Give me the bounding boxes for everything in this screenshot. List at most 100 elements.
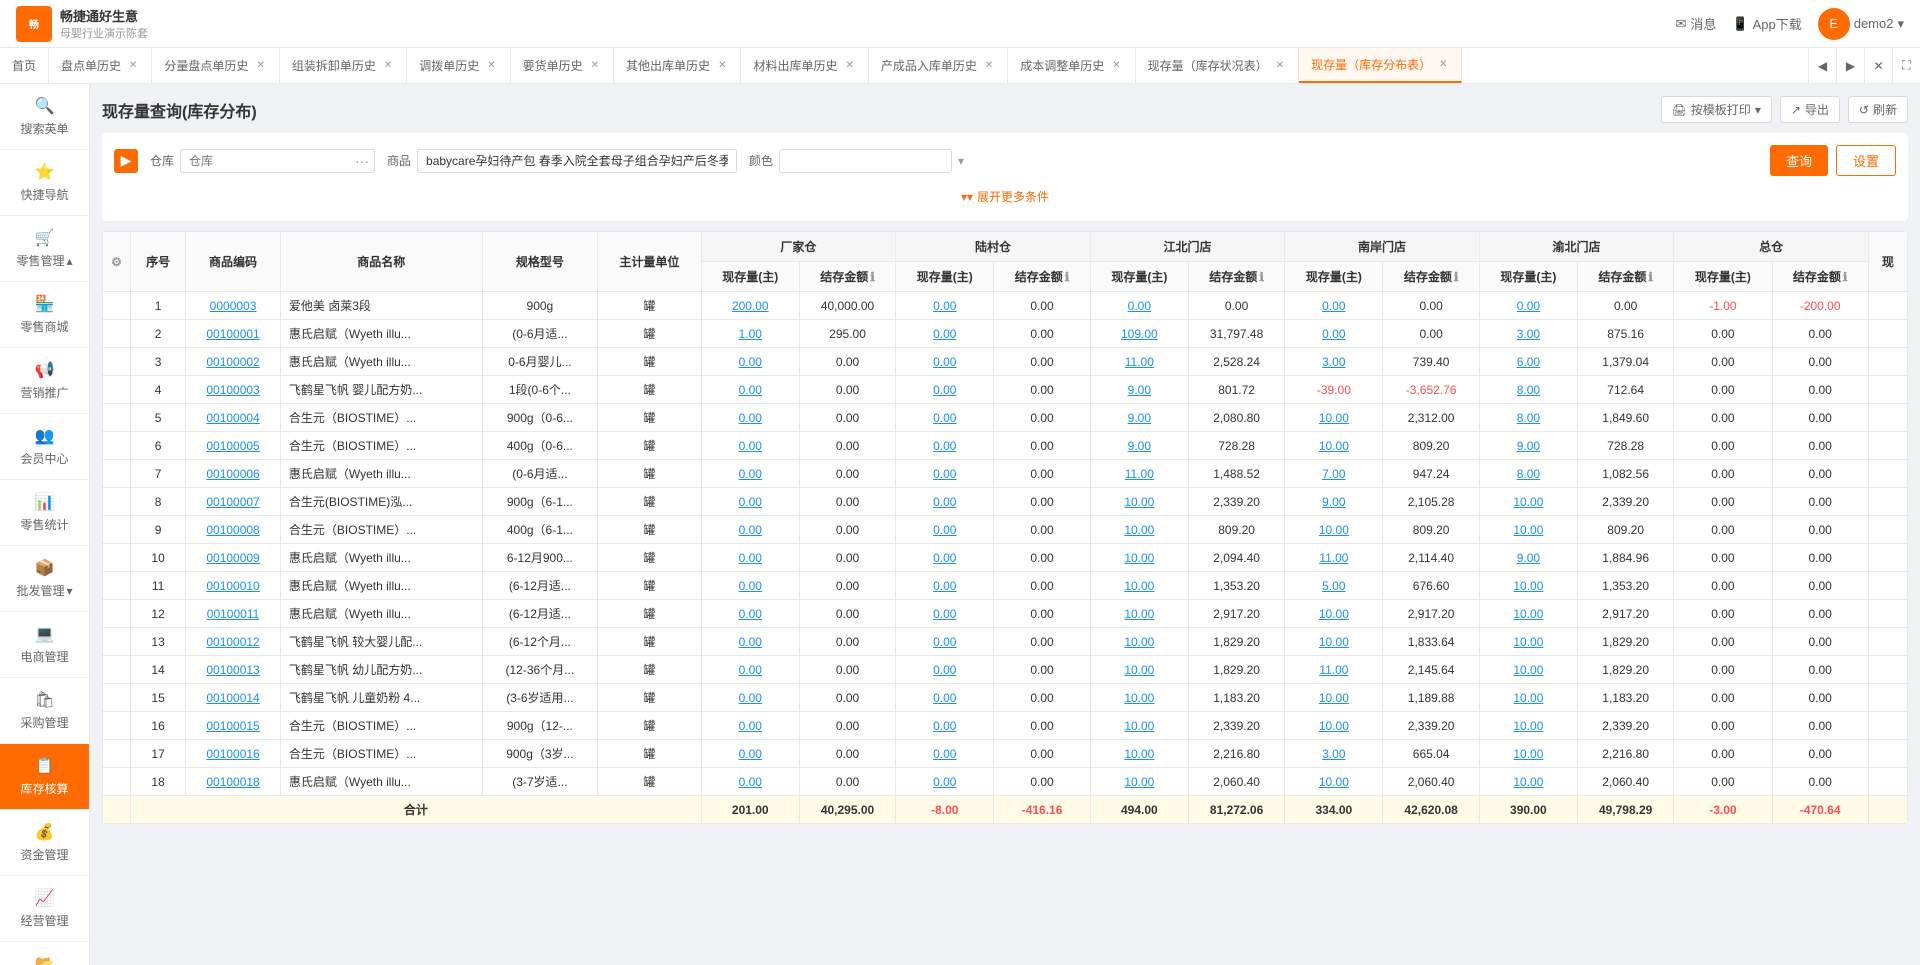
yubei-qty-link[interactable]: 10.00	[1513, 579, 1543, 593]
lucun-qty-link[interactable]: 0.00	[933, 775, 956, 789]
tab-pldsh[interactable]: 盘点单历史 ✕	[49, 48, 152, 83]
close-tab-cbsh[interactable]: ✕	[1110, 59, 1122, 72]
code-link[interactable]: 00100018	[206, 775, 259, 789]
nanan-qty-link[interactable]: 10.00	[1319, 439, 1349, 453]
app-download-btn[interactable]: 📱 App下载	[1732, 14, 1801, 33]
yubei-qty-link[interactable]: 8.00	[1517, 383, 1540, 397]
factory-qty-link[interactable]: 0.00	[739, 691, 762, 705]
nanan-qty-link[interactable]: 10.00	[1319, 635, 1349, 649]
yubei-qty-link[interactable]: 0.00	[1517, 299, 1540, 313]
expand-arrow-btn[interactable]: ▶	[114, 149, 138, 173]
yubei-qty-link[interactable]: 10.00	[1513, 775, 1543, 789]
code-link[interactable]: 00100013	[206, 663, 259, 677]
nanan-qty-link[interactable]: 9.00	[1322, 495, 1345, 509]
yubei-qty-link[interactable]: 10.00	[1513, 691, 1543, 705]
tab-zzch[interactable]: 组装拆卸单历史 ✕	[280, 48, 407, 83]
factory-qty-link[interactable]: 1.00	[739, 327, 762, 341]
lucun-qty-link[interactable]: 0.00	[933, 495, 956, 509]
nanan-qty-link[interactable]: 11.00	[1319, 663, 1348, 677]
nanan-qty-link[interactable]: 0.00	[1322, 327, 1345, 341]
sidebar-item-retail-stats[interactable]: 📊 零售统计	[0, 480, 89, 546]
sidebar-item-basic[interactable]: 📂 基础信息	[0, 942, 89, 965]
nanan-qty-link[interactable]: 10.00	[1319, 719, 1349, 733]
close-tab-dcsh[interactable]: ✕	[485, 59, 497, 72]
code-link[interactable]: 00100012	[206, 635, 259, 649]
yubei-qty-link[interactable]: 10.00	[1513, 747, 1543, 761]
yubei-qty-link[interactable]: 10.00	[1513, 635, 1543, 649]
color-dropdown-icon[interactable]: ▾	[958, 154, 964, 168]
code-link[interactable]: 00100015	[206, 719, 259, 733]
jiangbei-qty-link[interactable]: 10.00	[1124, 495, 1154, 509]
lucun-qty-link[interactable]: 0.00	[933, 607, 956, 621]
factory-qty-link[interactable]: 0.00	[739, 635, 762, 649]
nanan-qty-link[interactable]: 11.00	[1319, 551, 1348, 565]
yubei-qty-link[interactable]: 10.00	[1513, 719, 1543, 733]
tab-xcfl[interactable]: 现存量（库存分布表） ✕	[1299, 48, 1462, 83]
nanan-qty-link[interactable]: 10.00	[1319, 775, 1349, 789]
close-tab-zzch[interactable]: ✕	[382, 59, 394, 72]
warehouse-dots-btn[interactable]: ···	[355, 153, 369, 169]
factory-qty-link[interactable]: 200.00	[732, 299, 769, 313]
refresh-btn[interactable]: ↺ 刷新	[1848, 96, 1908, 123]
color-input[interactable]	[779, 149, 952, 173]
yubei-qty-link[interactable]: 9.00	[1517, 551, 1540, 565]
lucun-qty-link[interactable]: 0.00	[933, 523, 956, 537]
code-link[interactable]: 00100008	[206, 523, 259, 537]
th-settings[interactable]: ⚙	[103, 232, 131, 292]
code-link[interactable]: 00100005	[206, 439, 259, 453]
sidebar-item-member[interactable]: 👥 会员中心	[0, 414, 89, 480]
nanan-qty-link[interactable]: 10.00	[1319, 607, 1349, 621]
jiangbei-qty-link[interactable]: 9.00	[1128, 439, 1151, 453]
sidebar-item-operation[interactable]: 📈 经营管理	[0, 876, 89, 942]
code-link[interactable]: 00100004	[206, 411, 259, 425]
expand-conditions-btn[interactable]: ▾▾ 展开更多条件	[953, 184, 1057, 209]
jiangbei-qty-link[interactable]: 11.00	[1125, 355, 1154, 369]
sidebar-item-marketing[interactable]: 📢 营销推广	[0, 348, 89, 414]
lucun-qty-link[interactable]: 0.00	[933, 411, 956, 425]
nanan-qty-link[interactable]: 7.00	[1322, 467, 1345, 481]
warehouse-input[interactable]	[180, 149, 375, 173]
nanan-qty-link[interactable]: 10.00	[1319, 523, 1349, 537]
jiangbei-qty-link[interactable]: 10.00	[1124, 523, 1154, 537]
lucun-qty-link[interactable]: 0.00	[933, 299, 956, 313]
nav-close-all-btn[interactable]: ✕	[1864, 48, 1892, 83]
yubei-qty-link[interactable]: 10.00	[1513, 495, 1543, 509]
yubei-qty-link[interactable]: 6.00	[1517, 355, 1540, 369]
lucun-qty-link[interactable]: 0.00	[933, 691, 956, 705]
jiangbei-qty-link[interactable]: 10.00	[1124, 747, 1154, 761]
message-btn[interactable]: ✉ 消息	[1675, 14, 1716, 33]
jiangbei-qty-link[interactable]: 10.00	[1124, 607, 1154, 621]
jiangbei-qty-link[interactable]: 11.00	[1125, 467, 1154, 481]
sidebar-item-retail-mall[interactable]: 🏪 零售商城	[0, 282, 89, 348]
lucun-qty-link[interactable]: 0.00	[933, 439, 956, 453]
yubei-qty-link[interactable]: 3.00	[1517, 327, 1540, 341]
sidebar-item-search-hero[interactable]: 🔍 搜索英单	[0, 84, 89, 150]
jiangbei-qty-link[interactable]: 10.00	[1124, 663, 1154, 677]
nanan-qty-link[interactable]: -39.00	[1317, 383, 1351, 397]
jiangbei-qty-link[interactable]: 9.00	[1128, 383, 1151, 397]
sidebar-item-retail-mgmt[interactable]: 🛒 零售管理 ▴	[0, 216, 89, 282]
jiangbei-qty-link[interactable]: 10.00	[1124, 775, 1154, 789]
code-link[interactable]: 0000003	[210, 299, 257, 313]
factory-qty-link[interactable]: 0.00	[739, 551, 762, 565]
close-tab-qtcsh[interactable]: ✕	[716, 59, 728, 72]
nanan-qty-link[interactable]: 10.00	[1319, 691, 1349, 705]
jiangbei-qty-link[interactable]: 0.00	[1128, 299, 1151, 313]
sidebar-item-wholesale[interactable]: 📦 批发管理 ▾	[0, 546, 89, 612]
sidebar-item-purchase[interactable]: 🛍 采购管理	[0, 678, 89, 744]
jiangbei-qty-link[interactable]: 10.00	[1124, 691, 1154, 705]
nav-expand-btn[interactable]: ⛶	[1892, 48, 1920, 83]
lucun-qty-link[interactable]: 0.00	[933, 327, 956, 341]
sidebar-item-quick-nav[interactable]: ⭐ 快捷导航	[0, 150, 89, 216]
factory-qty-link[interactable]: 0.00	[739, 411, 762, 425]
tab-yhsh[interactable]: 要货单历史 ✕	[511, 48, 614, 83]
jiangbei-qty-link[interactable]: 10.00	[1124, 719, 1154, 733]
tab-home[interactable]: 首页	[0, 48, 49, 83]
nanan-qty-link[interactable]: 10.00	[1319, 411, 1349, 425]
jiangbei-qty-link[interactable]: 109.00	[1121, 327, 1158, 341]
factory-qty-link[interactable]: 0.00	[739, 383, 762, 397]
sidebar-item-inventory[interactable]: 📋 库存核算	[0, 744, 89, 810]
lucun-qty-link[interactable]: 0.00	[933, 663, 956, 677]
sidebar-item-ecommerce[interactable]: 💻 电商管理	[0, 612, 89, 678]
code-link[interactable]: 00100014	[206, 691, 259, 705]
